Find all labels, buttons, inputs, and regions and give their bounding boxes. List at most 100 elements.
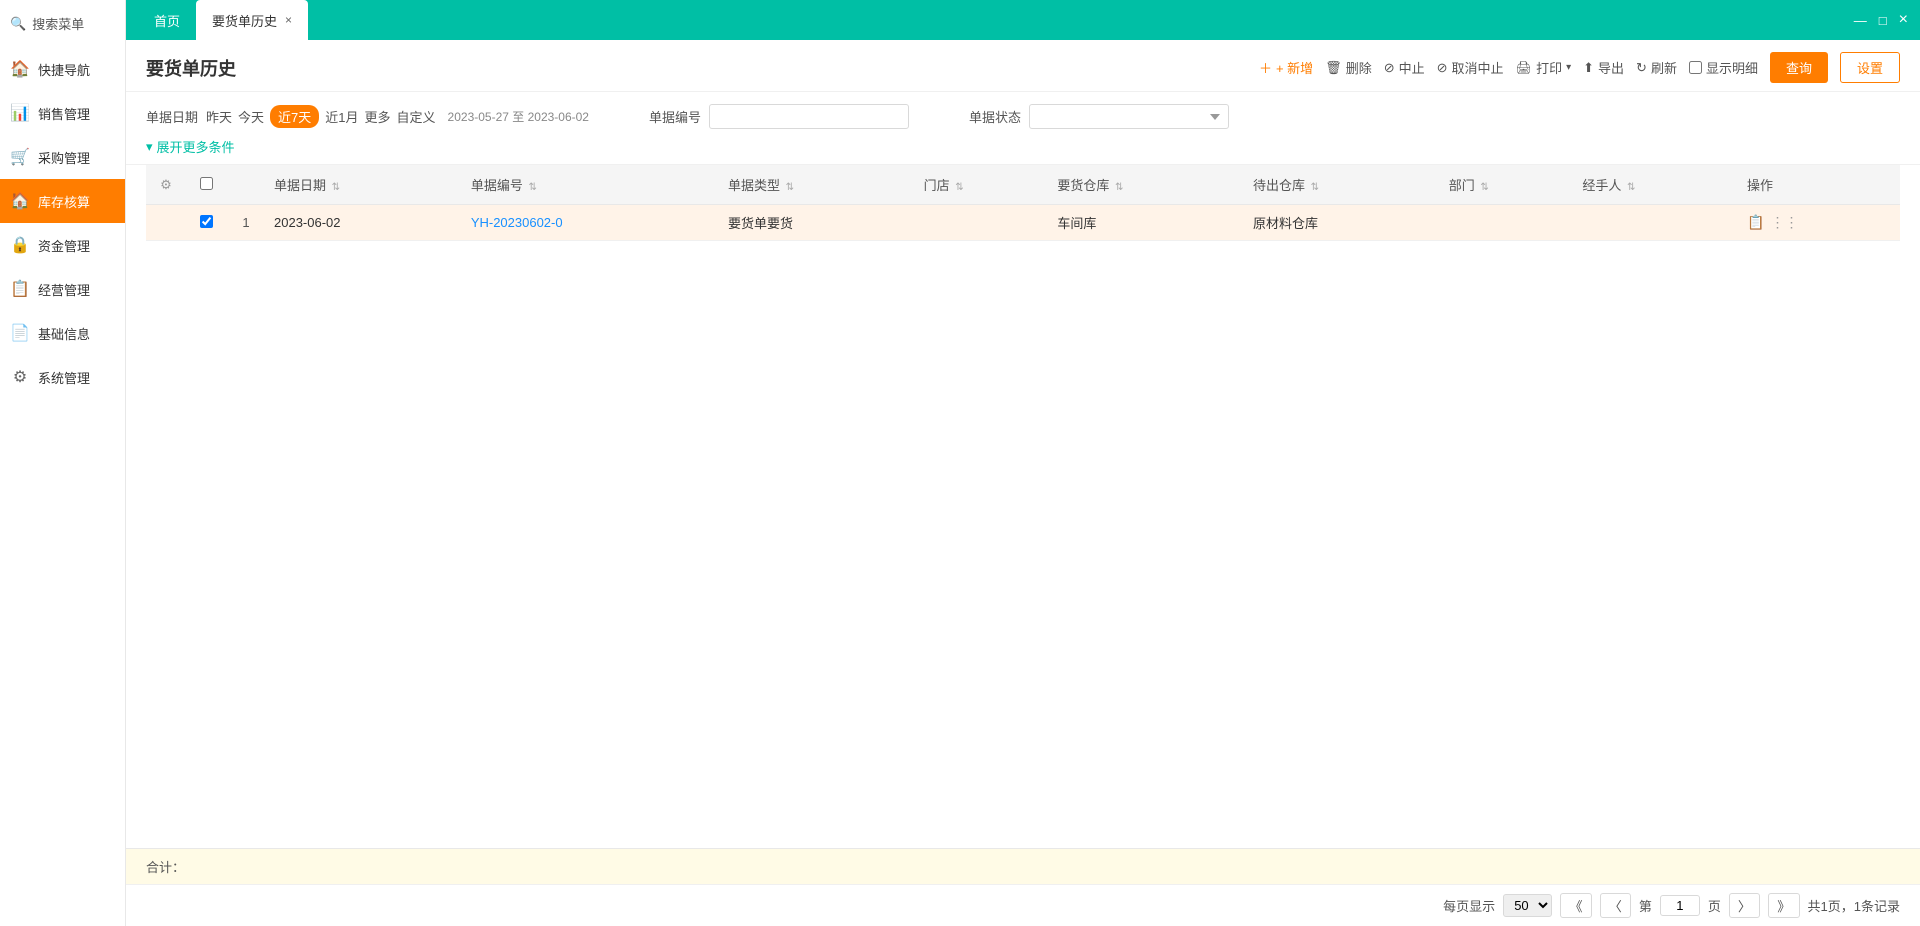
stop-button[interactable]: ⊘ 中止: [1384, 58, 1425, 77]
sidebar-item-label: 基础信息: [38, 324, 90, 343]
close-tab-icon[interactable]: ×: [285, 13, 292, 27]
last-page-button[interactable]: 》: [1768, 893, 1799, 918]
sidebar-item-system-mgmt[interactable]: ⚙ 系统管理: [0, 355, 125, 399]
table-body: 1 2023-06-02 YH-20230602-0 要货单要货 车间库 原材料…: [146, 205, 1900, 241]
select-all-checkbox[interactable]: [200, 177, 213, 190]
operations-icon: 📋: [10, 279, 30, 299]
refresh-label: 刷新: [1651, 58, 1677, 77]
sidebar-item-finance-mgmt[interactable]: 🔒 资金管理: [0, 223, 125, 267]
sidebar-search-label: 搜索菜单: [32, 14, 84, 33]
expand-label: 展开更多条件: [157, 137, 235, 156]
doc-icon: 📄: [10, 323, 30, 343]
sidebar-item-operations-mgmt[interactable]: 📋 经营管理: [0, 267, 125, 311]
date-shortcut-today[interactable]: 今天: [238, 107, 264, 126]
tab-active[interactable]: 要货单历史 ×: [196, 0, 308, 40]
search-icon: 🔍: [10, 16, 26, 32]
table-header-operation: 操作: [1739, 165, 1900, 205]
sidebar-item-purchase-mgmt[interactable]: 🛒 采购管理: [0, 135, 125, 179]
sidebar-item-basic-info[interactable]: 📄 基础信息: [0, 311, 125, 355]
pagination: 每页显示 50 《 〈 第 页 〉 》 共1页，1条记录: [126, 884, 1920, 926]
next-page-button[interactable]: 〉: [1729, 893, 1760, 918]
row-gear: [146, 205, 186, 241]
delete-label: 删除: [1346, 58, 1372, 77]
tab-home[interactable]: 首页: [138, 0, 196, 40]
maximize-icon[interactable]: □: [1879, 13, 1887, 28]
table-header-doc-no[interactable]: 单据编号 ⇅: [463, 165, 720, 205]
date-range-display: 2023-05-27 至 2023-06-02: [448, 108, 589, 125]
first-page-button[interactable]: 《: [1560, 893, 1591, 918]
lock-icon: 🔒: [10, 235, 30, 255]
row-checkbox[interactable]: [200, 215, 213, 228]
row-store: [916, 205, 1050, 241]
row-operation: 📋 ⋮⋮: [1739, 205, 1900, 241]
col-dept-label: 部门: [1449, 178, 1475, 193]
delete-icon: 🗑: [1325, 60, 1342, 76]
row-req-warehouse: 车间库: [1049, 205, 1245, 241]
page-label: 第: [1639, 896, 1652, 915]
refresh-button[interactable]: ↻ 刷新: [1636, 58, 1677, 77]
table-header-gear[interactable]: ⚙: [146, 165, 186, 205]
table-header-checkbox: [186, 165, 226, 205]
date-filter-group: 单据日期 昨天 今天 近7天 近1月 更多 自定义 2023-05-27 至 2…: [146, 105, 589, 128]
display-detail-toggle[interactable]: 显示明细: [1689, 58, 1758, 77]
doc-number-input[interactable]: [709, 104, 909, 129]
new-button[interactable]: ＋ + 新增: [1259, 58, 1313, 77]
cancel-stop-icon: ⊘: [1437, 60, 1448, 76]
expand-more-button[interactable]: ▾ 展开更多条件: [146, 137, 1900, 156]
home-icon: 🏠: [10, 59, 30, 79]
delete-button[interactable]: 🗑 删除: [1325, 58, 1372, 77]
date-shortcut-yesterday[interactable]: 昨天: [206, 107, 232, 126]
minimize-icon[interactable]: —: [1854, 13, 1867, 28]
gear-icon: ⚙: [10, 367, 30, 387]
doc-status-select[interactable]: [1029, 104, 1229, 129]
display-detail-checkbox[interactable]: [1689, 61, 1702, 74]
doc-number-label: 单据编号: [649, 107, 701, 126]
page-title: 要货单历史: [146, 55, 236, 81]
date-shortcut-7days[interactable]: 近7天: [270, 105, 319, 128]
row-doc-no: YH-20230602-0: [463, 205, 720, 241]
prev-page-button[interactable]: 〈: [1600, 893, 1631, 918]
sidebar-item-sales-mgmt[interactable]: 📊 销售管理: [0, 91, 125, 135]
date-shortcut-custom[interactable]: 自定义: [397, 107, 436, 126]
row-doc-type: 要货单要货: [720, 205, 916, 241]
table-header-doc-date[interactable]: 单据日期 ⇅: [266, 165, 463, 205]
page-suffix: 页: [1708, 896, 1721, 915]
row-edit-icon[interactable]: 📋: [1747, 214, 1764, 231]
table-header-pending-warehouse[interactable]: 待出仓库 ⇅: [1245, 165, 1441, 205]
home-tab-label: 首页: [154, 11, 180, 30]
page-header: 要货单历史 ＋ + 新增 🗑 删除 ⊘ 中止 ⊘ 取消中止: [126, 40, 1920, 92]
active-tab-label: 要货单历史: [212, 11, 277, 30]
window-close-icon[interactable]: ×: [1899, 11, 1908, 29]
table-header-handler[interactable]: 经手人 ⇅: [1574, 165, 1739, 205]
setting-button[interactable]: 设置: [1840, 52, 1900, 83]
sidebar-item-quick-nav[interactable]: 🏠 快捷导航: [0, 47, 125, 91]
toolbar: ＋ + 新增 🗑 删除 ⊘ 中止 ⊘ 取消中止 🖨 打印: [1259, 52, 1900, 83]
table-header-dept[interactable]: 部门 ⇅: [1441, 165, 1575, 205]
row-handler: [1574, 205, 1739, 241]
date-shortcut-more[interactable]: 更多: [365, 107, 391, 126]
table-header-store[interactable]: 门店 ⇅: [916, 165, 1050, 205]
doc-no-link[interactable]: YH-20230602-0: [471, 215, 563, 230]
page-number-input[interactable]: [1660, 895, 1700, 916]
cancel-stop-button[interactable]: ⊘ 取消中止: [1437, 58, 1504, 77]
table-header-req-warehouse[interactable]: 要货仓库 ⇅: [1049, 165, 1245, 205]
sidebar-item-inventory[interactable]: 🏠 库存核算: [0, 179, 125, 223]
row-more-icon[interactable]: ⋮⋮: [1770, 214, 1798, 231]
sort-req-warehouse-icon: ⇅: [1115, 182, 1123, 193]
export-button[interactable]: ⬆ 导出: [1583, 58, 1624, 77]
topbar: 首页 要货单历史 × — □ ×: [126, 0, 1920, 40]
date-shortcuts: 昨天 今天 近7天 近1月 更多 自定义: [206, 105, 436, 128]
table-header-doc-type[interactable]: 单据类型 ⇅: [720, 165, 916, 205]
per-page-select[interactable]: 50: [1503, 894, 1552, 917]
inventory-icon: 🏠: [10, 191, 30, 211]
print-button[interactable]: 🖨 打印 ▾: [1516, 58, 1572, 77]
filter-row-1: 单据日期 昨天 今天 近7天 近1月 更多 自定义 2023-05-27 至 2…: [146, 104, 1900, 129]
topbar-right: — □ ×: [1854, 11, 1908, 29]
sidebar-search[interactable]: 🔍 搜索菜单: [0, 0, 125, 47]
per-page-label: 每页显示: [1443, 896, 1495, 915]
table-footer: 合计：: [126, 848, 1920, 884]
col-doc-no-label: 单据编号: [471, 178, 523, 193]
table-container: ⚙ 单据日期 ⇅ 单据编号 ⇅: [126, 165, 1920, 848]
date-shortcut-1month[interactable]: 近1月: [325, 107, 358, 126]
query-button[interactable]: 查询: [1770, 52, 1828, 83]
